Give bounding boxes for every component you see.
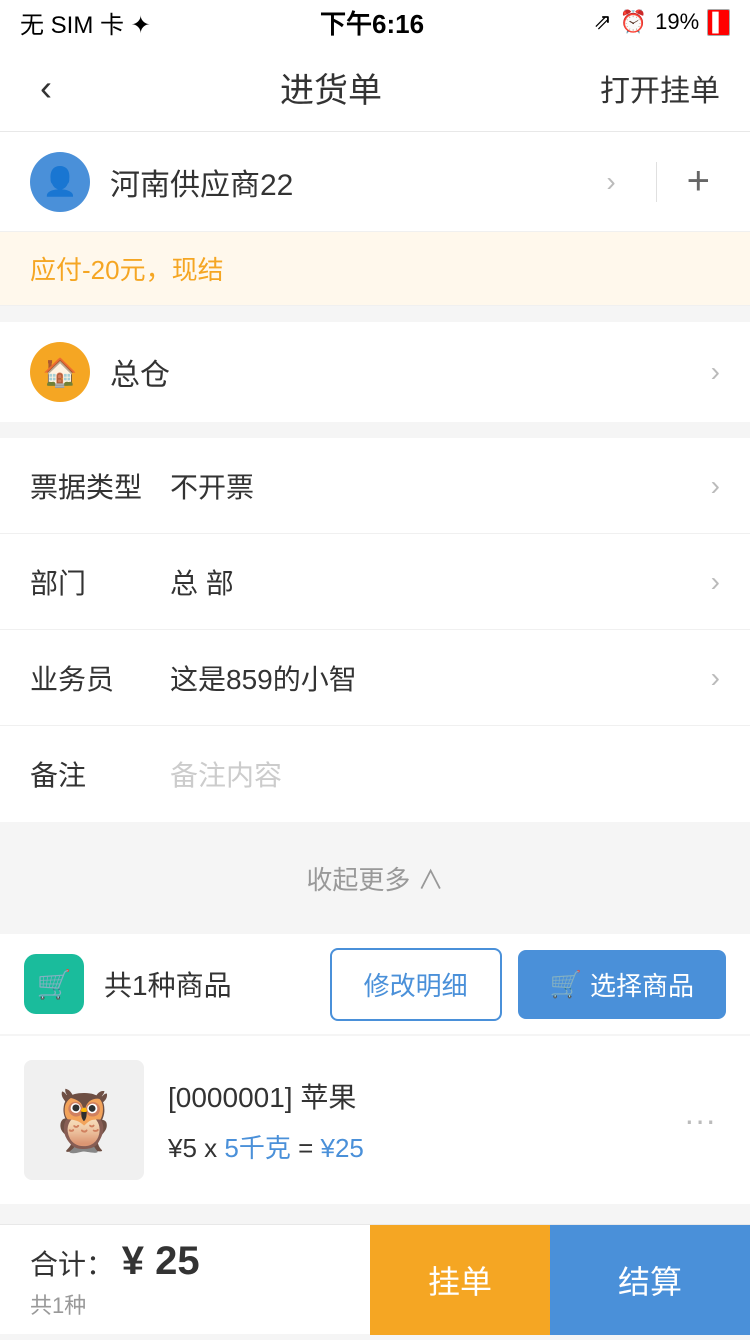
price-quantity: 5千克 [224, 1133, 290, 1163]
status-time: 下午6:16 [320, 4, 424, 41]
open-pending-button[interactable]: 打开挂单 [600, 66, 720, 110]
form-row-note[interactable]: 备注 备注内容 [0, 726, 750, 822]
price-total: ¥25 [320, 1133, 363, 1163]
product-header-icon: 🛒 [24, 954, 84, 1014]
settle-button[interactable]: 结算 [550, 1225, 750, 1335]
back-button[interactable]: ‹ [30, 57, 62, 119]
house-icon: 🏠 [43, 356, 78, 389]
collapse-text: 收起更多 ∧ [306, 860, 443, 897]
page-title: 进货单 [280, 63, 382, 112]
status-bar: 无 SIM 卡 ✦ 下午6:16 ⇗ ⏰ 19% ▌ [0, 0, 750, 44]
note-label: 备注 [30, 754, 150, 794]
warehouse-row[interactable]: 🏠 总仓 › [0, 322, 750, 422]
select-product-icon: 🛒 [550, 969, 582, 1000]
price-equals: = [291, 1133, 321, 1163]
battery-icon: ▌ [707, 9, 730, 36]
select-product-label: 选择商品 [590, 966, 694, 1003]
total-row: 合计： ¥ 25 [30, 1239, 340, 1284]
department-value: 总 部 [150, 562, 711, 602]
notice-bar: 应付-20元，现结 [0, 232, 750, 306]
form-row-department[interactable]: 部门 总 部 › [0, 534, 750, 630]
edit-detail-button[interactable]: 修改明细 [330, 948, 502, 1021]
nav-bar: ‹ 进货单 打开挂单 [0, 44, 750, 132]
salesperson-chevron-icon: › [711, 662, 720, 694]
avatar-icon: 👤 [43, 165, 78, 198]
supplier-divider [656, 162, 657, 202]
sim-text: 无 SIM 卡 ✦ [20, 5, 151, 40]
bottom-bar: 合计： ¥ 25 共1种 挂单 结算 [0, 1224, 750, 1334]
pending-button[interactable]: 挂单 [370, 1225, 550, 1335]
salesperson-value: 这是859的小智 [150, 658, 711, 698]
product-more-button[interactable]: ··· [674, 1092, 726, 1149]
total-section: 合计： ¥ 25 共1种 [0, 1239, 370, 1320]
product-info: [0000001] 苹果 ¥5 x 5千克 = ¥25 [168, 1076, 674, 1165]
warehouse-icon: 🏠 [30, 342, 90, 402]
product-name: [0000001] 苹果 [168, 1076, 674, 1116]
invoice-label: 票据类型 [30, 466, 150, 506]
status-right: ⇗ ⏰ 19% ▌ [593, 9, 730, 36]
add-supplier-button[interactable]: + [677, 159, 720, 204]
total-amount: ¥ 25 [122, 1239, 200, 1283]
product-thumb-icon: 🦉 [47, 1085, 122, 1156]
supplier-avatar: 👤 [30, 152, 90, 212]
department-label: 部门 [30, 562, 150, 602]
total-label: 合计： [30, 1249, 114, 1280]
invoice-value: 不开票 [150, 466, 711, 506]
supplier-name: 河南供应商22 [110, 160, 606, 204]
supplier-section: 👤 河南供应商22 › + 应付-20元，现结 [0, 132, 750, 306]
select-product-button[interactable]: 🛒 选择商品 [518, 950, 726, 1019]
warehouse-chevron-icon: › [711, 356, 720, 388]
department-chevron-icon: › [711, 566, 720, 598]
collapse-row[interactable]: 收起更多 ∧ [0, 838, 750, 918]
product-thumbnail: 🦉 [24, 1060, 144, 1180]
cart-icon: 🛒 [37, 968, 72, 1001]
status-left: 无 SIM 卡 ✦ [20, 5, 151, 40]
form-row-salesperson[interactable]: 业务员 这是859的小智 › [0, 630, 750, 726]
note-input[interactable]: 备注内容 [150, 754, 720, 794]
alarm-icon: ⏰ [620, 9, 647, 35]
warehouse-name: 总仓 [110, 350, 711, 394]
product-price: ¥5 x 5千克 = ¥25 [168, 1128, 674, 1165]
form-section: 票据类型 不开票 › 部门 总 部 › 业务员 这是859的小智 › 备注 备注… [0, 438, 750, 822]
supplier-row[interactable]: 👤 河南供应商22 › + [0, 132, 750, 232]
form-row-invoice[interactable]: 票据类型 不开票 › [0, 438, 750, 534]
location-icon: ⇗ [593, 9, 611, 35]
salesperson-label: 业务员 [30, 658, 150, 698]
total-count: 共1种 [30, 1288, 340, 1320]
battery-text: 19% [655, 9, 699, 35]
warehouse-section: 🏠 总仓 › [0, 322, 750, 422]
product-header: 🛒 共1种商品 修改明细 🛒 选择商品 [0, 934, 750, 1034]
invoice-chevron-icon: › [711, 470, 720, 502]
product-count: 共1种商品 [104, 964, 330, 1004]
supplier-chevron-icon: › [606, 166, 615, 198]
price-base: ¥5 x [168, 1133, 224, 1163]
product-item: 🦉 [0000001] 苹果 ¥5 x 5千克 = ¥25 ··· [0, 1036, 750, 1204]
